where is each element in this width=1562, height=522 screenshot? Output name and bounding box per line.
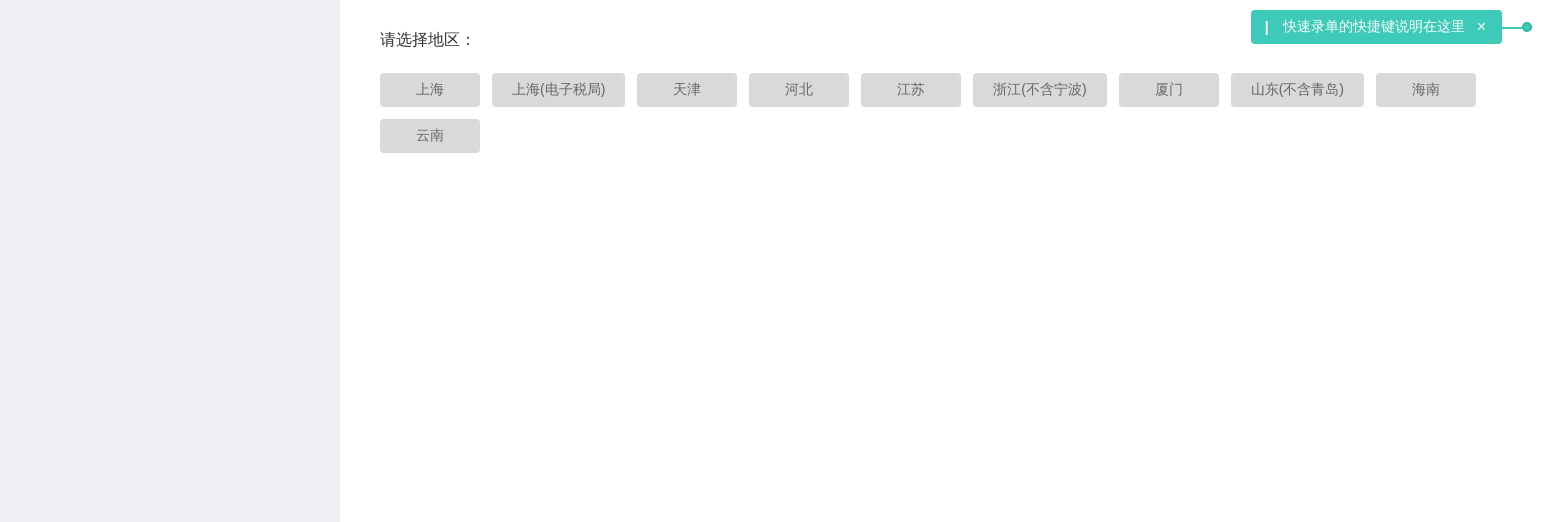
region-button-shandong[interactable]: 山东(不含青岛) (1231, 73, 1364, 107)
sidebar (0, 0, 340, 522)
region-button-hebei[interactable]: 河北 (749, 73, 849, 107)
region-button-hainan[interactable]: 海南 (1376, 73, 1476, 107)
main-content: 请选择地区： 上海上海(电子税局)天津河北江苏浙江(不含宁波)厦门山东(不含青岛… (340, 0, 1562, 522)
region-button-jiangsu[interactable]: 江苏 (861, 73, 961, 107)
tooltip-dot (1522, 22, 1532, 32)
tooltip-text: 快速录单的快捷键说明在这里 (1283, 18, 1465, 36)
region-button-tianjin[interactable]: 天津 (637, 73, 737, 107)
region-buttons-container: 上海上海(电子税局) 天津河北江苏浙江(不含宁波) 厦门山东(不含青岛) 海南云南 (380, 73, 1522, 153)
region-button-shanghai[interactable]: 上海 (380, 73, 480, 107)
region-button-zhejiang[interactable]: 浙江(不含宁波) (973, 73, 1106, 107)
region-button-shanghai-etax[interactable]: 上海(电子税局) (492, 73, 625, 107)
tooltip-banner: 快速录单的快捷键说明在这里 × (1251, 10, 1502, 44)
tooltip-close-button[interactable]: × (1475, 19, 1488, 35)
region-button-yunnan[interactable]: 云南 (380, 119, 480, 153)
region-button-xiamen[interactable]: 厦门 (1119, 73, 1219, 107)
